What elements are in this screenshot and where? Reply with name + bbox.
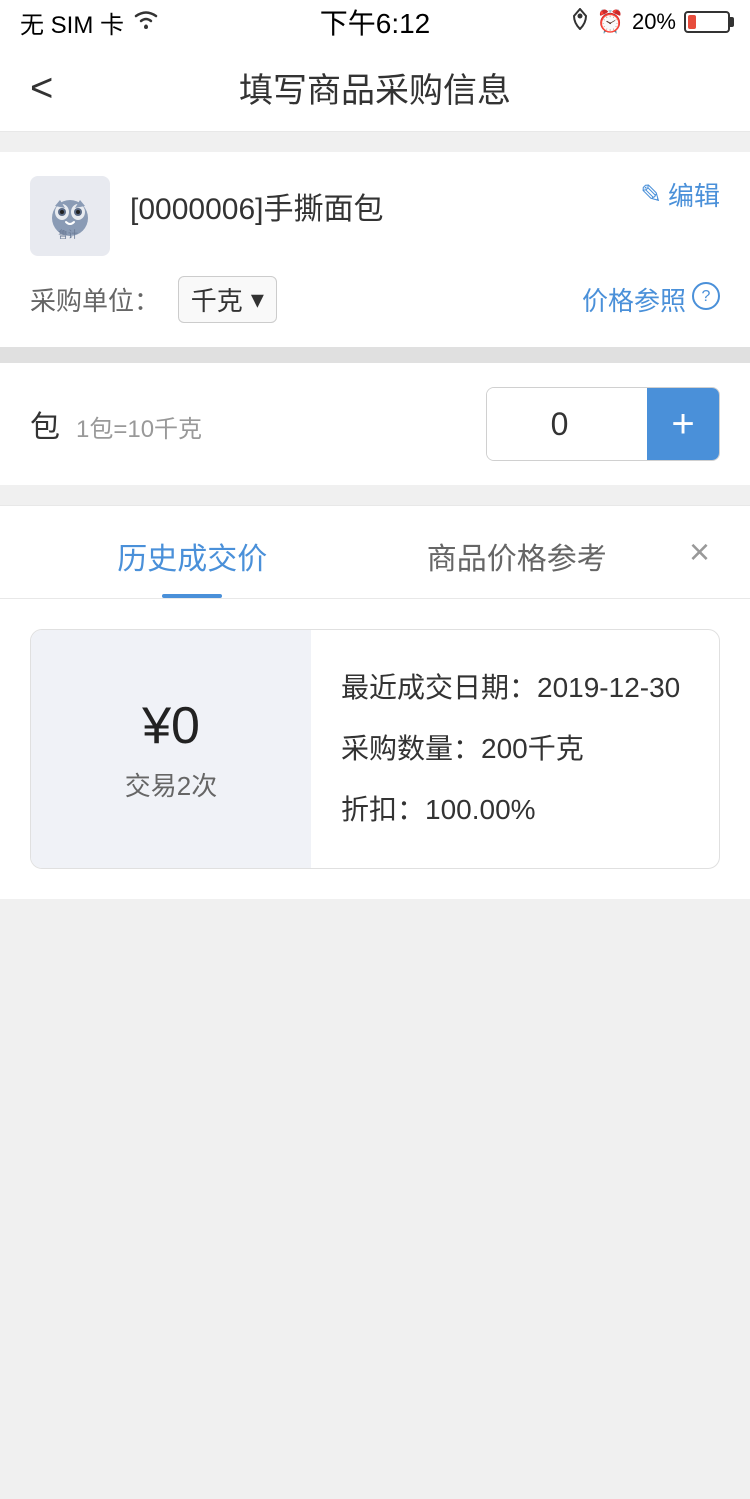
battery-icon [684,11,730,33]
recent-date-label: 最近成交日期： [341,672,537,703]
carrier-label: 无 SIM 卡 [20,5,124,40]
transaction-details-right: 最近成交日期：2019-12-30 采购数量：200千克 折扣：100.00% [311,630,719,868]
battery-percent: 20% [632,9,676,35]
quantity-value: 200千克 [481,733,584,764]
quantity-row: 包 1包=10千克 + [0,363,750,485]
quantity-control: + [486,387,720,461]
unit-label: 采购单位： [30,286,160,316]
tab-close-button[interactable]: × [679,521,720,583]
currency-symbol: ¥ [142,697,171,755]
quantity-input[interactable] [487,388,647,460]
status-left: 无 SIM 卡 [20,5,160,40]
quantity-conversion: 1包=10千克 [76,409,202,444]
transaction-price-left: ¥0 交易2次 [31,630,311,868]
tab-history-price-label: 历史成交价 [117,543,267,576]
transaction-card: ¥0 交易2次 最近成交日期：2019-12-30 采购数量：200千克 折扣：… [30,629,720,869]
discount-row: 折扣：100.00% [341,788,689,833]
tab-product-price-ref-label: 商品价格参考 [427,543,607,576]
price-reference-button[interactable]: 价格参照 ? [582,281,720,318]
svg-text:鲁计: 鲁计 [58,228,78,241]
wifi-icon [132,8,160,37]
section-divider [0,347,750,363]
tab-history-price[interactable]: 历史成交价 [30,506,354,598]
unit-selector-area: 采购单位： 千克 ▾ [30,276,277,323]
price-value: 0 [171,697,200,755]
edit-button[interactable]: ✎ 编辑 [640,176,720,213]
product-left: 鲁计 [0000006]手撕面包 [30,176,383,256]
discount-label: 折扣： [341,794,425,825]
help-icon: ? [692,282,720,317]
svg-text:?: ? [702,288,711,305]
back-button[interactable]: < [30,68,53,108]
chevron-down-icon: ▾ [251,284,264,315]
tabs-container: 历史成交价 商品价格参考 × ¥0 交易2次 最近成交日期：2019-12-30… [0,505,750,899]
status-right: ⏰ 20% [571,8,730,36]
nav-bar: < 填写商品采购信息 [0,44,750,132]
tab-product-price-reference[interactable]: 商品价格参考 [354,506,678,598]
price-ref-label: 价格参照 [582,281,686,318]
quantity-unit: 包 [30,402,60,446]
product-thumbnail: 鲁计 [30,176,110,256]
transaction-count: 交易2次 [125,766,217,803]
recent-date-value: 2019-12-30 [537,672,680,703]
unit-value: 千克 [191,281,243,318]
close-icon: × [689,531,710,573]
tabs-header: 历史成交价 商品价格参考 × [0,506,750,599]
product-name: [0000006]手撕面包 [130,184,383,228]
product-header: 鲁计 [0000006]手撕面包 ✎ 编辑 [30,176,720,256]
quantity-label: 采购数量： [341,733,481,764]
edit-label: 编辑 [668,176,720,213]
tab-content-history: ¥0 交易2次 最近成交日期：2019-12-30 采购数量：200千克 折扣：… [0,599,750,899]
quantity-increment-button[interactable]: + [647,388,719,460]
product-card: 鲁计 [0000006]手撕面包 ✎ 编辑 采购单位： 千克 ▾ 价格参照 ? [0,152,750,347]
purchase-quantity-row: 采购数量：200千克 [341,727,689,772]
transaction-price: ¥0 [142,696,200,756]
quantity-left: 包 1包=10千克 [30,402,202,446]
location-icon [571,8,589,36]
status-time: 下午6:12 [320,2,431,42]
recent-date-row: 最近成交日期：2019-12-30 [341,666,689,711]
discount-value: 100.00% [425,794,536,825]
product-unit-row: 采购单位： 千克 ▾ 价格参照 ? [30,276,720,323]
alarm-icon: ⏰ [597,9,624,35]
page-title: 填写商品采购信息 [239,63,511,112]
product-owl-icon: 鲁计 [40,182,100,251]
unit-select[interactable]: 千克 ▾ [178,276,277,323]
edit-icon: ✎ [640,179,662,210]
status-bar: 无 SIM 卡 下午6:12 ⏰ 20% [0,0,750,44]
main-background [0,899,750,1499]
